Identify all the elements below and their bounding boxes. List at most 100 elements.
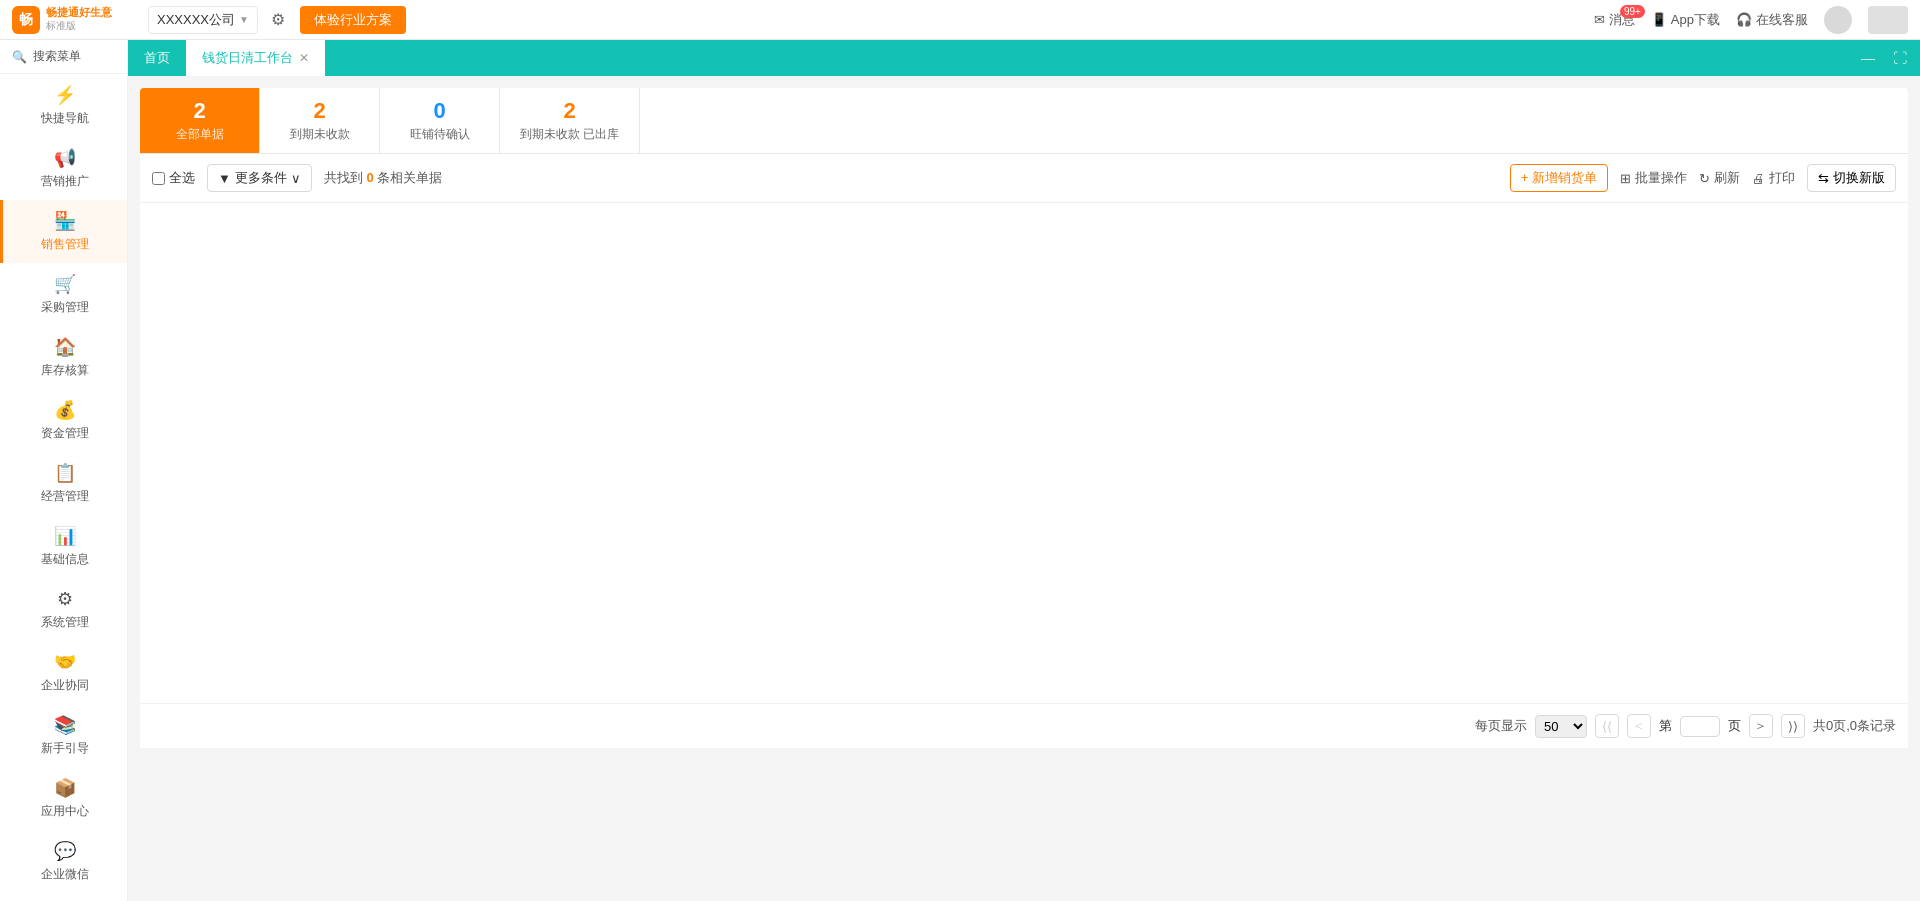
stats-tab-all-num: 2 xyxy=(160,98,239,124)
guide-icon: 📚 xyxy=(54,714,76,736)
pagination-bar: 每页显示 50 100 ⟨⟨ ＜ 第 1 页 ＞ ⟩⟩ 共0页,0条记录 xyxy=(140,703,1908,748)
switch-icon: ⇆ xyxy=(1818,171,1829,186)
stats-tab-overdue-num: 2 xyxy=(280,98,359,124)
chevron-down-icon: ▼ xyxy=(239,14,249,25)
per-page-label: 每页显示 xyxy=(1475,717,1527,735)
found-text: 共找到 0 条相关单据 xyxy=(324,169,442,187)
total-info: 共0页,0条记录 xyxy=(1813,717,1896,735)
first-page-button[interactable]: ⟨⟨ xyxy=(1595,714,1619,738)
print-icon: 🖨 xyxy=(1752,171,1765,186)
message-badge: 99+ xyxy=(1620,5,1645,18)
batch-icon: ⊞ xyxy=(1620,171,1631,186)
settings-icon[interactable]: ⚙ xyxy=(264,6,292,34)
message-button[interactable]: ✉ 消息 99+ xyxy=(1594,11,1635,29)
stats-tab-overdue-out-num: 2 xyxy=(520,98,619,124)
sidebar-item-base-info[interactable]: 📊 基础信息 xyxy=(0,515,127,578)
tab-minimize-icon[interactable]: — xyxy=(1856,46,1880,70)
logo-area: 畅 畅捷通好生意 标准版 xyxy=(12,6,140,34)
select-all-input[interactable] xyxy=(152,172,165,185)
page-label: 第 xyxy=(1659,717,1672,735)
stats-tab-overdue-out-label: 到期未收款 已出库 xyxy=(520,126,619,143)
sidebar-item-system[interactable]: ⚙ 系统管理 xyxy=(0,578,127,641)
company-name: XXXXXX公司 xyxy=(157,11,235,29)
sidebar: 🔍 搜索菜单 ⚡ 快捷导航 📢 营销推广 🏪 销售管理 🛒 采购管理 🏠 库存核… xyxy=(0,0,128,901)
stats-tab-overdue[interactable]: 2 到期未收款 xyxy=(260,88,380,153)
chevron-down-icon: ∨ xyxy=(291,171,301,186)
header-right: ✉ 消息 99+ 📱 App下载 🎧 在线客服 xyxy=(1594,6,1908,34)
page-unit: 页 xyxy=(1728,717,1741,735)
print-button[interactable]: 🖨 打印 xyxy=(1752,169,1795,187)
trial-button[interactable]: 体验行业方案 xyxy=(300,6,406,34)
filter-icon: ▼ xyxy=(218,171,231,186)
add-sales-order-button[interactable]: + 新增销货单 xyxy=(1510,164,1608,192)
search-menu-button[interactable]: 🔍 搜索菜单 xyxy=(0,40,127,74)
stats-tab-all-label: 全部单据 xyxy=(160,126,239,143)
sidebar-item-sales[interactable]: 🏪 销售管理 xyxy=(0,200,127,263)
mobile-icon: 📱 xyxy=(1651,12,1667,27)
sidebar-item-app-center[interactable]: 📦 应用中心 xyxy=(0,767,127,830)
action-bar-right: + 新增销货单 ⊞ 批量操作 ↻ 刷新 🖨 打印 ⇆ 切换新版 xyxy=(1510,164,1896,192)
tab-bar: 首页 钱货日清工作台 ✕ — ⛶ xyxy=(128,40,1920,76)
stats-tab-overdue-label: 到期未收款 xyxy=(280,126,359,143)
page-number-input[interactable]: 1 xyxy=(1680,716,1720,737)
per-page-select[interactable]: 50 100 xyxy=(1535,715,1587,738)
last-page-button[interactable]: ⟩⟩ xyxy=(1781,714,1805,738)
top-header: 畅 畅捷通好生意 标准版 XXXXXX公司 ▼ ⚙ 体验行业方案 ✉ 消息 99… xyxy=(0,0,1920,40)
select-all-checkbox[interactable]: 全选 xyxy=(152,169,195,187)
headphone-icon: 🎧 xyxy=(1736,12,1752,27)
sidebar-item-member[interactable]: 👑 畅会员 xyxy=(0,893,127,901)
sidebar-item-cooperation[interactable]: 🤝 企业协同 xyxy=(0,641,127,704)
sidebar-item-guide[interactable]: 📚 新手引导 xyxy=(0,704,127,767)
stats-tab-pending-num: 0 xyxy=(400,98,479,124)
tab-close-icon[interactable]: ✕ xyxy=(299,51,309,65)
table-area xyxy=(140,203,1908,703)
purchase-icon: 🛒 xyxy=(54,273,76,295)
inventory-icon: 🏠 xyxy=(54,336,76,358)
switch-version-button[interactable]: ⇆ 切换新版 xyxy=(1807,164,1896,192)
tab-controls: — ⛶ xyxy=(1856,46,1920,70)
tab-home[interactable]: 首页 xyxy=(128,40,186,76)
sidebar-item-quick-nav[interactable]: ⚡ 快捷导航 xyxy=(0,74,127,137)
found-count: 0 xyxy=(367,170,374,185)
cooperation-icon: 🤝 xyxy=(54,651,76,673)
sales-icon: 🏪 xyxy=(54,210,76,232)
sidebar-item-finance[interactable]: 💰 资金管理 xyxy=(0,389,127,452)
operation-icon: 📋 xyxy=(54,462,76,484)
company-selector[interactable]: XXXXXX公司 ▼ xyxy=(148,6,258,34)
tab-expand-icon[interactable]: ⛶ xyxy=(1888,46,1912,70)
refresh-button[interactable]: ↻ 刷新 xyxy=(1699,169,1740,187)
marketing-icon: 📢 xyxy=(54,147,76,169)
online-service-button[interactable]: 🎧 在线客服 xyxy=(1736,11,1808,29)
logo-sub: 标准版 xyxy=(46,19,112,33)
stats-tab-all[interactable]: 2 全部单据 xyxy=(140,88,260,153)
app-download-button[interactable]: 📱 App下载 xyxy=(1651,11,1720,29)
search-icon: 🔍 xyxy=(12,50,27,64)
action-bar: 全选 ▼ 更多条件 ∨ 共找到 0 条相关单据 + 新增销货单 ⊞ 批量操作 ↻… xyxy=(140,154,1908,203)
avatar[interactable] xyxy=(1824,6,1852,34)
wechat-icon: 💬 xyxy=(54,840,76,862)
filter-button[interactable]: ▼ 更多条件 ∨ xyxy=(207,164,312,192)
stats-tabs: 2 全部单据 2 到期未收款 0 旺铺待确认 2 到期未收款 已出库 xyxy=(140,88,1908,154)
stats-tab-pending-label: 旺铺待确认 xyxy=(400,126,479,143)
logo-icon: 畅 xyxy=(12,6,40,34)
sidebar-item-inventory[interactable]: 🏠 库存核算 xyxy=(0,326,127,389)
sidebar-item-operation[interactable]: 📋 经营管理 xyxy=(0,452,127,515)
quick-nav-icon: ⚡ xyxy=(54,84,76,106)
main-content: 2 全部单据 2 到期未收款 0 旺铺待确认 2 到期未收款 已出库 全选 ▼ … xyxy=(128,76,1920,901)
logo-name: 畅捷通好生意 xyxy=(46,6,112,19)
message-icon: ✉ xyxy=(1594,12,1605,27)
sidebar-item-marketing[interactable]: 📢 营销推广 xyxy=(0,137,127,200)
finance-icon: 💰 xyxy=(54,399,76,421)
sidebar-item-wechat[interactable]: 💬 企业微信 xyxy=(0,830,127,893)
next-page-button[interactable]: ＞ xyxy=(1749,714,1773,738)
batch-operation-button[interactable]: ⊞ 批量操作 xyxy=(1620,169,1687,187)
tab-workbench[interactable]: 钱货日清工作台 ✕ xyxy=(186,40,325,76)
base-info-icon: 📊 xyxy=(54,525,76,547)
stats-tab-overdue-out[interactable]: 2 到期未收款 已出库 xyxy=(500,88,640,153)
sidebar-item-purchase[interactable]: 🛒 采购管理 xyxy=(0,263,127,326)
system-icon: ⚙ xyxy=(57,588,73,610)
user-name xyxy=(1868,6,1908,34)
app-center-icon: 📦 xyxy=(54,777,76,799)
stats-tab-pending[interactable]: 0 旺铺待确认 xyxy=(380,88,500,153)
prev-page-button[interactable]: ＜ xyxy=(1627,714,1651,738)
